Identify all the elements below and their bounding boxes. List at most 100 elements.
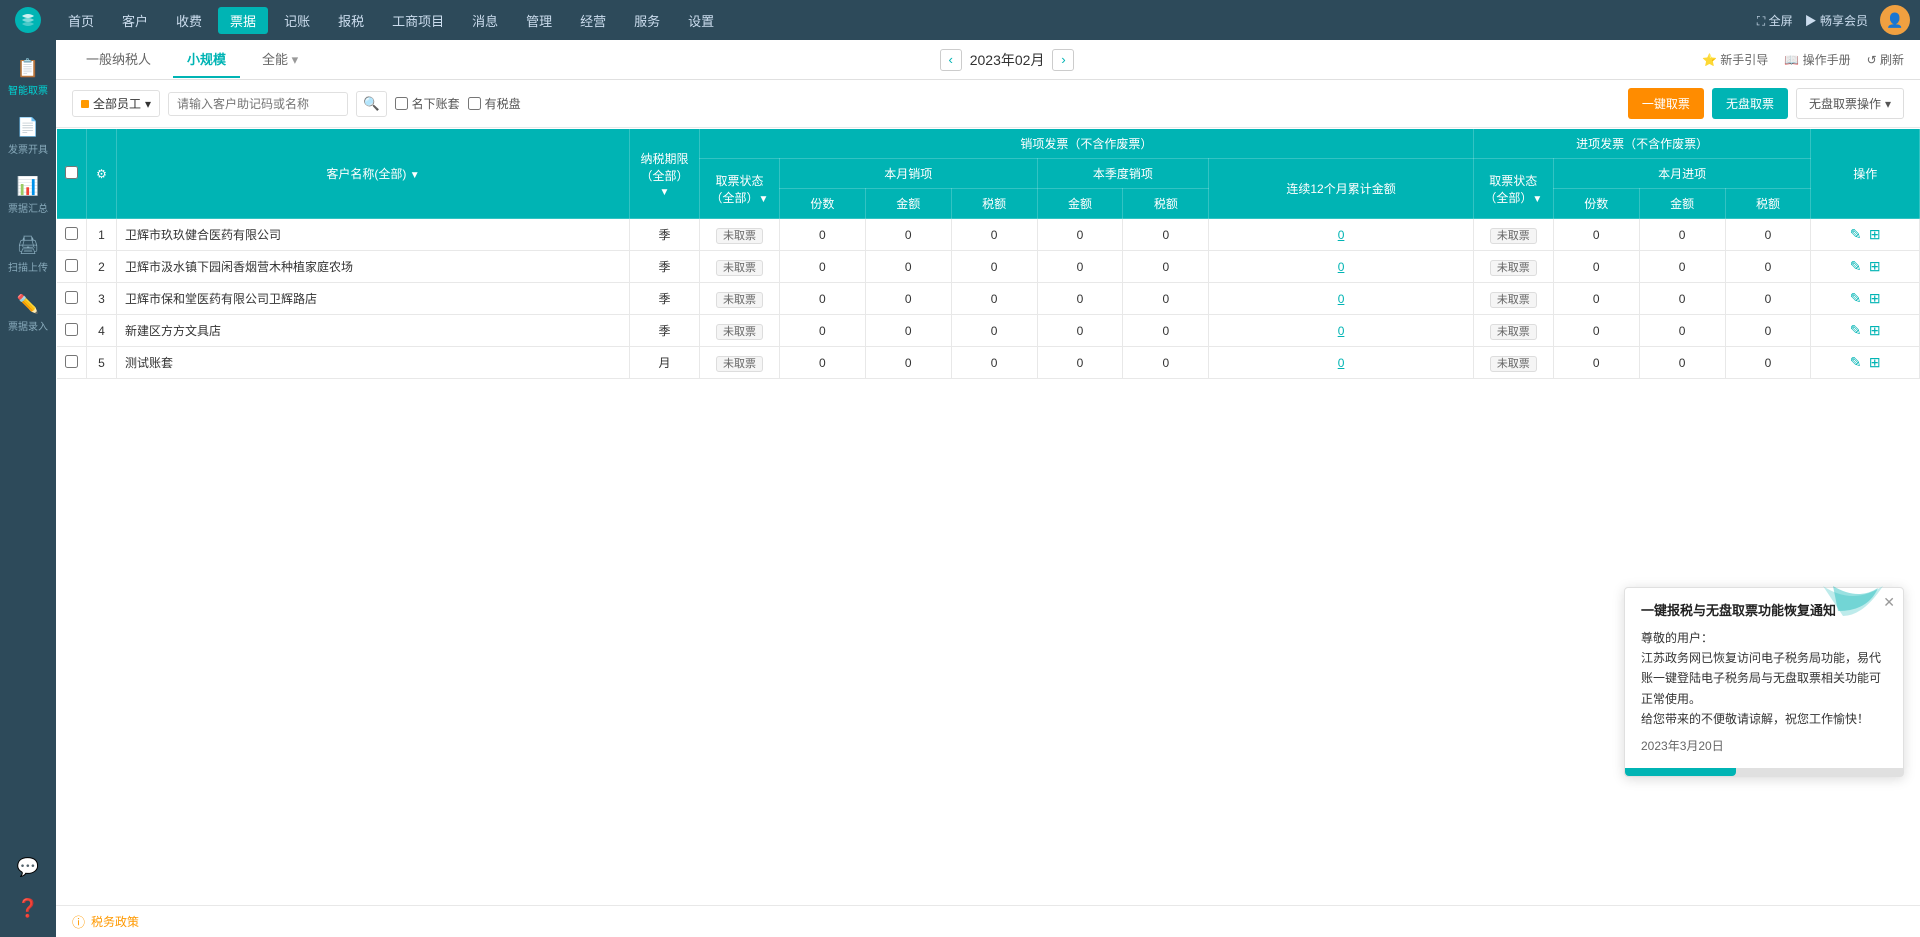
row-sales-12month[interactable]: 0 <box>1209 315 1474 347</box>
sidebar-item-chat[interactable]: 💬 <box>3 849 53 886</box>
view-icon[interactable]: ⊞ <box>1867 226 1883 242</box>
select-all-checkbox[interactable] <box>65 166 78 179</box>
nav-message[interactable]: 消息 <box>460 7 510 34</box>
user-avatar[interactable]: 👤 <box>1880 5 1910 35</box>
row-purchase-month-amount: 0 <box>1639 219 1725 251</box>
view-icon[interactable]: ⊞ <box>1867 258 1883 274</box>
edit-icon[interactable]: ✎ <box>1848 290 1864 306</box>
row-purchase-month-tax: 0 <box>1725 251 1811 283</box>
prev-month-button[interactable]: ‹ <box>940 49 962 71</box>
row-sales-month-amount: 0 <box>865 219 951 251</box>
popup-scrollbar-thumb <box>1625 768 1736 776</box>
nav-settings[interactable]: 设置 <box>676 7 726 34</box>
operation-dropdown-icon: ▾ <box>1885 97 1891 111</box>
row-sales-season-tax: 0 <box>1123 347 1209 379</box>
row-sales-12month[interactable]: 0 <box>1209 219 1474 251</box>
edit-icon[interactable]: ✎ <box>1848 258 1864 274</box>
nav-operation[interactable]: 经营 <box>568 7 618 34</box>
sidebar-item-invoice-open[interactable]: 📄 发票开具 <box>3 109 53 164</box>
nav-tax[interactable]: 报税 <box>326 7 376 34</box>
search-button[interactable]: 🔍 <box>356 91 387 117</box>
next-month-button[interactable]: › <box>1052 49 1074 71</box>
popup-date: 2023年3月20日 <box>1641 736 1887 756</box>
view-icon[interactable]: ⊞ <box>1867 322 1883 338</box>
toolbar-right-buttons: 一键取票 无盘取票 无盘取票操作 ▾ <box>1628 88 1904 119</box>
popup-title: 一键报税与无盘取票功能恢复通知 <box>1641 600 1887 622</box>
nav-service[interactable]: 服务 <box>622 7 672 34</box>
nav-customer[interactable]: 客户 <box>110 7 160 34</box>
table-row: 4 新建区方方文具店 季 未取票 0 0 0 0 0 0 未取票 0 0 0 ✎… <box>57 315 1920 347</box>
one-key-fetch-button[interactable]: 一键取票 <box>1628 88 1704 119</box>
sub-tabs-right-actions: ⭐ 新手引导 📖 操作手册 ↺ 刷新 <box>1702 51 1904 68</box>
row-customer-name: 卫辉市玖玖健合医药有限公司 <box>117 219 630 251</box>
tax-disk-checkbox[interactable] <box>468 97 481 110</box>
row-select-checkbox[interactable] <box>65 259 78 272</box>
row-tax-period: 季 <box>629 315 699 347</box>
no-disk-fetch-button[interactable]: 无盘取票 <box>1712 88 1788 119</box>
row-select-checkbox[interactable] <box>65 355 78 368</box>
nav-bookkeeping[interactable]: 记账 <box>272 7 322 34</box>
sidebar-bottom: 💬 ❓ <box>3 849 53 937</box>
row-select-checkbox[interactable] <box>65 227 78 240</box>
no-disk-operation-label: 无盘取票操作 <box>1809 95 1881 112</box>
row-sales-12month[interactable]: 0 <box>1209 283 1474 315</box>
sidebar-item-invoice-entry[interactable]: ✏️ 票据录入 <box>3 286 53 341</box>
nav-home[interactable]: 首页 <box>56 7 106 34</box>
sidebar-item-scan-upload[interactable]: 🖨 扫描上传 <box>3 227 53 282</box>
tax-policy-link[interactable]: 税务政策 <box>91 913 139 930</box>
sub-tab-bar: 一般纳税人 小规模 全能 ▾ ‹ 2023年02月 › ⭐ 新手引导 📖 操作手… <box>56 40 1920 80</box>
row-tax-period: 季 <box>629 283 699 315</box>
row-purchase-month-shares: 0 <box>1553 347 1639 379</box>
row-actions: ✎ ⊞ <box>1811 251 1920 283</box>
invoice-entry-icon: ✏️ <box>17 294 39 315</box>
popup-close-button[interactable]: ✕ <box>1883 594 1895 611</box>
popup-greeting: 尊敬的用户： <box>1641 628 1887 648</box>
tab-small-scale[interactable]: 小规模 <box>173 41 240 78</box>
tab-all[interactable]: 全能 ▾ <box>248 41 312 78</box>
my-accounts-checkbox-label[interactable]: 名下账套 <box>395 95 460 112</box>
nav-invoice[interactable]: 票据 <box>218 7 268 34</box>
employee-filter-button[interactable]: 全部员工 ▾ <box>72 90 160 117</box>
col-sales-month-shares: 份数 <box>779 189 865 219</box>
sidebar-item-smart-fetch[interactable]: 📋 智能取票 <box>3 50 53 105</box>
row-no: 2 <box>87 251 117 283</box>
edit-icon[interactable]: ✎ <box>1848 354 1864 370</box>
search-input[interactable] <box>168 92 348 116</box>
my-accounts-checkbox[interactable] <box>395 97 408 110</box>
row-sales-12month[interactable]: 0 <box>1209 251 1474 283</box>
tab-general-taxpayer[interactable]: 一般纳税人 <box>72 41 165 78</box>
sidebar-item-help[interactable]: ❓ <box>3 890 53 927</box>
member-btn[interactable]: ▶ 畅享会员 <box>1805 12 1868 29</box>
view-icon[interactable]: ⊞ <box>1867 354 1883 370</box>
row-no: 5 <box>87 347 117 379</box>
nav-manage[interactable]: 管理 <box>514 7 564 34</box>
edit-icon[interactable]: ✎ <box>1848 226 1864 242</box>
row-sales-month-shares: 0 <box>779 315 865 347</box>
row-sales-season-tax: 0 <box>1123 315 1209 347</box>
view-icon[interactable]: ⊞ <box>1867 290 1883 306</box>
row-checkbox <box>57 251 87 283</box>
col-sales-12month-header: 连续12个月累计金额 <box>1209 159 1474 219</box>
operation-manual-btn[interactable]: 📖 操作手册 <box>1784 51 1850 68</box>
row-sales-status: 未取票 <box>699 219 779 251</box>
sidebar-item-invoice-summary[interactable]: 📊 票据汇总 <box>3 168 53 223</box>
invoice-open-icon: 📄 <box>17 117 39 138</box>
nav-billing[interactable]: 收费 <box>164 7 214 34</box>
popup-body-text: 江苏政务网已恢复访问电子税务局功能，易代账一键登陆电子税务局与无盘取票相关功能可… <box>1641 648 1887 709</box>
col-sales-status-header: 取票状态（全部）▼ <box>699 159 779 219</box>
nav-business[interactable]: 工商项目 <box>380 7 456 34</box>
no-disk-operation-button[interactable]: 无盘取票操作 ▾ <box>1796 88 1904 119</box>
row-tax-period: 月 <box>629 347 699 379</box>
row-sales-month-shares: 0 <box>779 283 865 315</box>
row-sales-12month[interactable]: 0 <box>1209 347 1474 379</box>
row-purchase-month-amount: 0 <box>1639 251 1725 283</box>
fullscreen-btn[interactable]: ⛶ 全屏 <box>1757 12 1793 29</box>
row-sales-month-shares: 0 <box>779 251 865 283</box>
row-select-checkbox[interactable] <box>65 323 78 336</box>
row-select-checkbox[interactable] <box>65 291 78 304</box>
newbie-guide-btn[interactable]: ⭐ 新手引导 <box>1702 51 1768 68</box>
edit-icon[interactable]: ✎ <box>1848 322 1864 338</box>
row-checkbox <box>57 315 87 347</box>
refresh-btn[interactable]: ↺ 刷新 <box>1867 51 1904 68</box>
tax-disk-checkbox-label[interactable]: 有税盘 <box>468 95 521 112</box>
